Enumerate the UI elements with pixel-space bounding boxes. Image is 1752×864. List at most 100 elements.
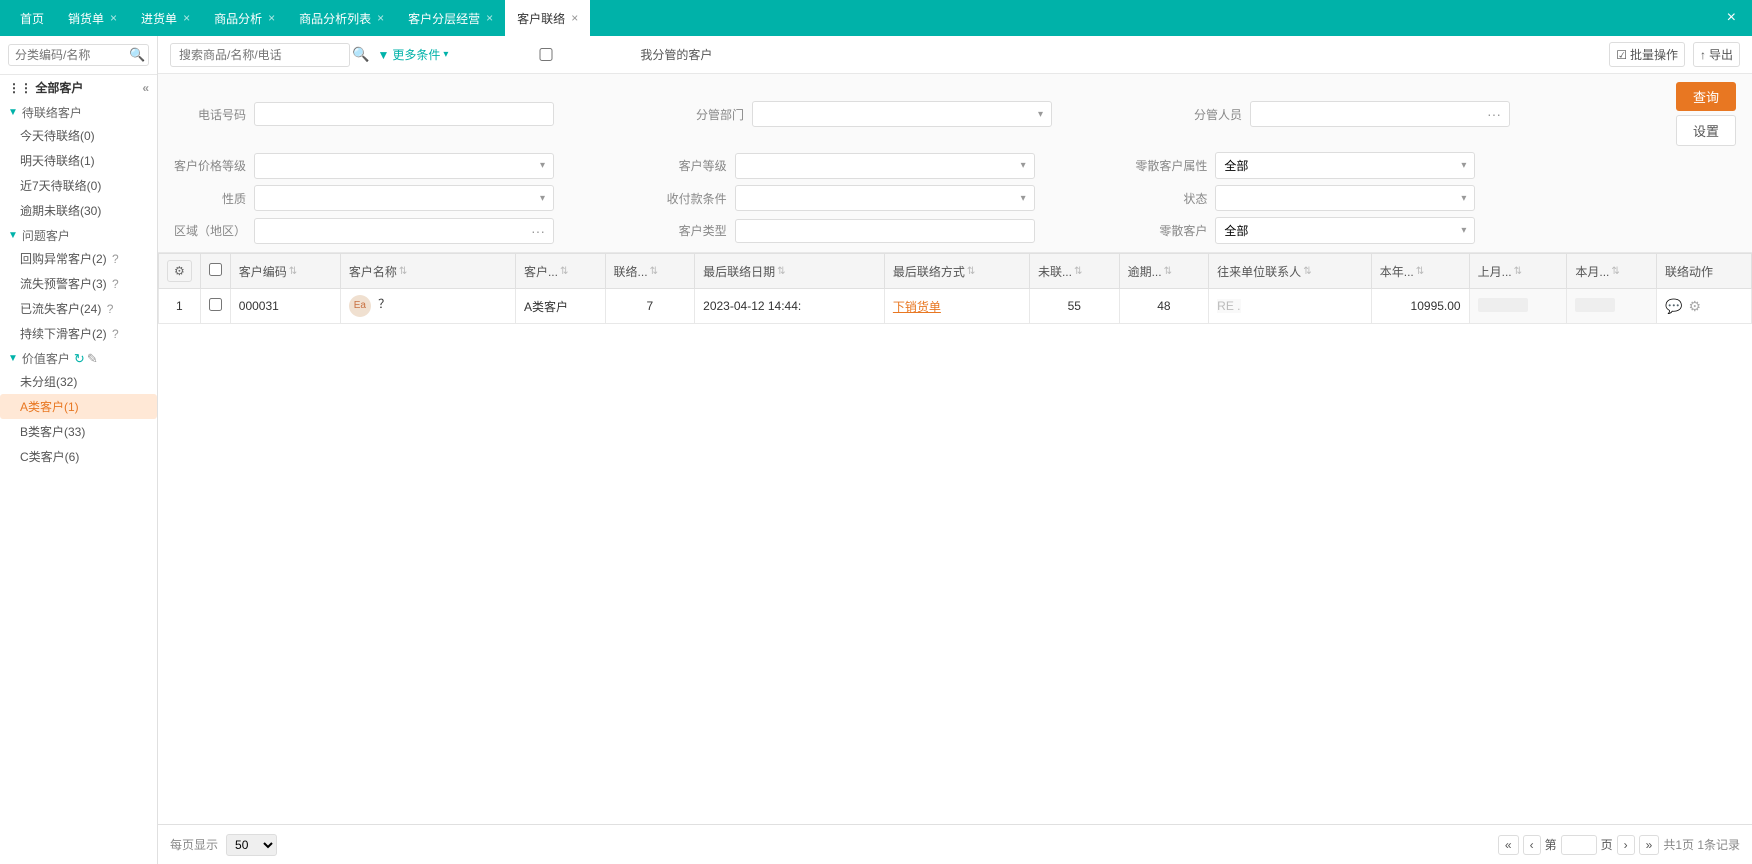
sidebar-item-b-class[interactable]: B类客户(33) xyxy=(0,419,157,444)
close-purchase-order[interactable]: × xyxy=(183,11,190,25)
query-button[interactable]: 查询 xyxy=(1676,82,1736,111)
retail-attr-select[interactable]: 全部 ▾ xyxy=(1215,152,1475,179)
th-last-month[interactable]: 上月... ⇅ xyxy=(1469,254,1567,289)
nav-product-analysis-list[interactable]: 商品分析列表 × xyxy=(287,0,396,36)
td-customer-type: A类客户 xyxy=(515,289,605,324)
prev-page-button[interactable]: ‹ xyxy=(1523,835,1541,855)
sidebar-collapse-icon[interactable]: « xyxy=(142,81,149,95)
filter-bar: 🔍 ▼ 更多条件 ▾ 我分管的客户 ☑ 批量操作 ↑ 导出 xyxy=(158,36,1752,74)
close-product-analysis-list[interactable]: × xyxy=(377,11,384,25)
window-close-button[interactable]: × xyxy=(1719,9,1744,27)
close-customer-contact[interactable]: × xyxy=(571,11,578,25)
row-checkbox[interactable] xyxy=(209,298,222,311)
sidebar-item-today[interactable]: 今天待联络(0) xyxy=(0,123,157,148)
phone-input[interactable] xyxy=(254,102,554,126)
th-this-year[interactable]: 本年... ⇅ xyxy=(1371,254,1469,289)
page-size-select[interactable]: 50 10 20 100 xyxy=(226,834,277,856)
main-search-input[interactable] xyxy=(170,43,350,67)
nav-product-analysis[interactable]: 商品分析 × xyxy=(202,0,287,36)
close-product-analysis[interactable]: × xyxy=(268,11,275,25)
th-customer-type[interactable]: 客户... ⇅ xyxy=(515,254,605,289)
dept-label: 分管部门 xyxy=(672,106,752,123)
category-search-input[interactable] xyxy=(8,44,149,66)
sidebar-item-tomorrow[interactable]: 明天待联络(1) xyxy=(0,148,157,173)
sidebar-item-ungrouped[interactable]: 未分组(32) xyxy=(0,369,157,394)
help-icon-declining[interactable]: ? xyxy=(112,327,119,341)
nav-purchase-order[interactable]: 进货单 × xyxy=(129,0,202,36)
th-last-contact-date[interactable]: 最后联络日期 ⇅ xyxy=(695,254,885,289)
region-select[interactable]: ··· xyxy=(254,218,554,244)
my-customers-checkbox[interactable]: 我分管的客户 xyxy=(456,46,712,63)
th-checkbox[interactable] xyxy=(200,254,230,289)
th-index: ⚙ xyxy=(159,254,201,289)
customer-grade-select[interactable]: ▾ xyxy=(735,153,1035,179)
edit-value-icon[interactable]: ✎ xyxy=(87,351,98,367)
page-size-label: 每页显示 xyxy=(170,836,218,853)
th-no-contact[interactable]: 未联... ⇅ xyxy=(1029,254,1119,289)
th-customer-code[interactable]: 客户编码 ⇅ xyxy=(230,254,340,289)
price-grade-select[interactable]: ▾ xyxy=(254,153,554,179)
close-sales-order[interactable]: × xyxy=(110,11,117,25)
main-search-icon[interactable]: 🔍 xyxy=(352,46,369,63)
status-label: 状态 xyxy=(1135,190,1215,207)
sidebar-item-declining[interactable]: 持续下滑客户(2) ? xyxy=(0,321,157,346)
td-no-contact: 55 xyxy=(1029,289,1119,324)
batch-operation-button[interactable]: ☑ 批量操作 xyxy=(1609,42,1685,67)
last-contact-method-link[interactable]: 下销货单 xyxy=(893,300,941,314)
total-info: 共1页 1条记录 xyxy=(1663,836,1740,853)
my-customers-check[interactable] xyxy=(456,48,636,61)
more-filters-button[interactable]: ▼ 更多条件 ▾ xyxy=(377,46,448,63)
nav-sales-order[interactable]: 销货单 × xyxy=(56,0,129,36)
nav-customer-segmentation[interactable]: 客户分层经营 × xyxy=(396,0,505,36)
filter-row-4: 区域（地区） ··· 客户类型 零散客户 全部 ▾ xyxy=(174,217,1736,244)
payment-select[interactable]: ▾ xyxy=(735,185,1035,211)
retail-select[interactable]: 全部 ▾ xyxy=(1215,217,1475,244)
nav-home[interactable]: 首页 xyxy=(8,0,56,36)
pending-contact-group[interactable]: ▼ 待联络客户 xyxy=(0,100,157,123)
sidebar-item-repurchase-anomaly[interactable]: 回购异常客户(2) ? xyxy=(0,246,157,271)
help-icon-churn[interactable]: ? xyxy=(112,277,119,291)
td-this-month xyxy=(1567,289,1657,324)
pending-triangle-icon: ▼ xyxy=(8,107,18,118)
sidebar-item-churned[interactable]: 已流失客户(24) ? xyxy=(0,296,157,321)
sidebar-item-c-class[interactable]: C类客户(6) xyxy=(0,444,157,469)
customer-type-input[interactable] xyxy=(735,219,1035,243)
export-button[interactable]: ↑ 导出 xyxy=(1693,42,1740,67)
nav-customer-contact[interactable]: 客户联络 × xyxy=(505,0,590,36)
first-page-button[interactable]: « xyxy=(1498,835,1519,855)
th-this-month[interactable]: 本月... ⇅ xyxy=(1567,254,1657,289)
th-overdue[interactable]: 逾期... ⇅ xyxy=(1119,254,1209,289)
refresh-value-icon[interactable]: ↻ xyxy=(74,351,85,367)
next-page-button[interactable]: › xyxy=(1617,835,1635,855)
help-icon-repurchase[interactable]: ? xyxy=(112,252,119,266)
sidebar-item-a-class[interactable]: A类客户(1) xyxy=(0,394,157,419)
dept-select[interactable]: ▾ xyxy=(752,101,1052,127)
th-contact-count[interactable]: 联络... ⇅ xyxy=(605,254,695,289)
th-customer-name[interactable]: 客户名称 ⇅ xyxy=(340,254,515,289)
select-all-checkbox[interactable] xyxy=(209,263,222,276)
td-unit-contact: RE . xyxy=(1209,289,1372,324)
sidebar-item-churn-warning[interactable]: 流失预警客户(3) ? xyxy=(0,271,157,296)
manager-input[interactable]: ··· xyxy=(1250,101,1510,127)
td-checkbox[interactable] xyxy=(200,289,230,324)
last-page-button[interactable]: » xyxy=(1639,835,1660,855)
filter-cell-retail: 零散客户 全部 ▾ xyxy=(1135,217,1616,244)
chat-action-icon[interactable]: 💬 xyxy=(1665,298,1682,315)
th-unit-contact[interactable]: 往来单位联系人 ⇅ xyxy=(1209,254,1372,289)
status-select[interactable]: ▾ xyxy=(1215,185,1475,211)
data-table-container[interactable]: ⚙ 客户编码 ⇅ 客户名称 xyxy=(158,253,1752,824)
more-action-icon[interactable]: ⚙ xyxy=(1688,298,1701,315)
category-search-icon[interactable]: 🔍 xyxy=(129,47,145,63)
close-customer-segmentation[interactable]: × xyxy=(486,11,493,25)
sidebar-item-overdue[interactable]: 逾期未联络(30) xyxy=(0,198,157,223)
value-customer-group[interactable]: ▼ 价值客户 ↻ ✎ xyxy=(0,346,157,369)
page-number-input[interactable]: 1 xyxy=(1561,835,1597,855)
problem-customer-group[interactable]: ▼ 问题客户 xyxy=(0,223,157,246)
nature-select[interactable]: ▾ xyxy=(254,185,554,211)
td-last-contact-method[interactable]: 下销货单 xyxy=(884,289,1029,324)
settings-button[interactable]: 设置 xyxy=(1676,115,1736,146)
help-icon-churned[interactable]: ? xyxy=(107,302,114,316)
table-settings-button[interactable]: ⚙ xyxy=(167,260,192,282)
th-last-contact-method[interactable]: 最后联络方式 ⇅ xyxy=(884,254,1029,289)
sidebar-item-7days[interactable]: 近7天待联络(0) xyxy=(0,173,157,198)
